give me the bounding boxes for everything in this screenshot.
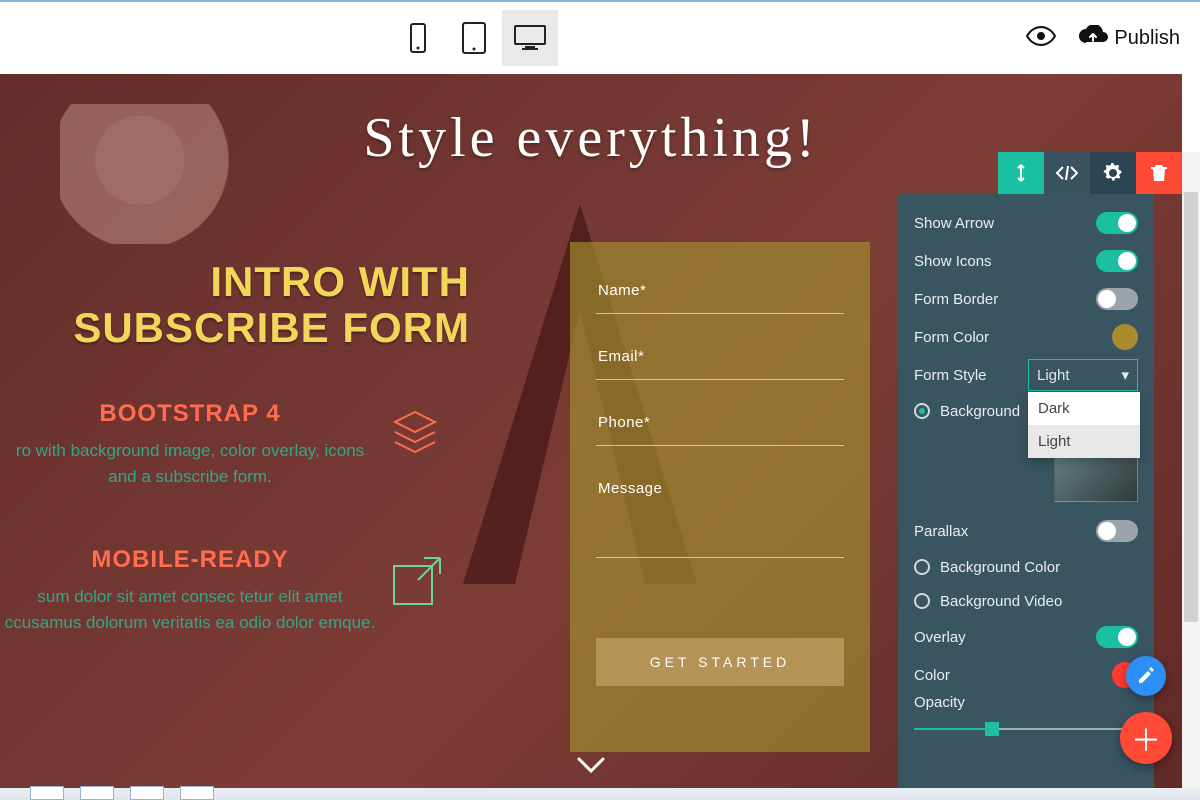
device-switcher	[390, 10, 558, 66]
radio-bg-color[interactable]	[914, 559, 930, 575]
move-tab[interactable]	[998, 152, 1044, 194]
row-show-icons: Show Icons	[914, 242, 1138, 280]
get-started-button[interactable]: GET STARTED	[596, 638, 844, 686]
toggle-show-icons[interactable]	[1096, 250, 1138, 272]
hero-title[interactable]: INTRO WITH SUBSCRIBE FORM	[0, 259, 470, 351]
radio-bg-image[interactable]	[914, 403, 930, 419]
select-form-style-value: Light	[1037, 367, 1070, 384]
label-form-style: Form Style	[914, 367, 1028, 384]
settings-tab[interactable]	[1090, 152, 1136, 194]
row-opacity: Opacity	[914, 694, 1138, 741]
vertical-scrollbar[interactable]	[1182, 152, 1200, 800]
label-bg-video: Background Video	[940, 593, 1062, 610]
toggle-parallax[interactable]	[1096, 520, 1138, 542]
label-parallax: Parallax	[914, 523, 1096, 540]
code-tab[interactable]	[1044, 152, 1090, 194]
name-field[interactable]: Name*	[596, 270, 844, 314]
swatch-form-color[interactable]	[1112, 324, 1138, 350]
hero-title-line1: INTRO WITH	[210, 258, 470, 305]
phone-field[interactable]: Phone*	[596, 402, 844, 446]
chevron-down-icon: ▾	[1121, 366, 1129, 384]
message-field[interactable]: Message	[596, 468, 844, 558]
label-show-arrow: Show Arrow	[914, 215, 1096, 232]
feature1-title: BOOTSTRAP 4	[0, 400, 380, 428]
hero-title-line2: SUBSCRIBE FORM	[73, 304, 470, 351]
scroll-down-icon[interactable]	[577, 757, 605, 780]
feature-bootstrap[interactable]: BOOTSTRAP 4 ro with background image, co…	[0, 400, 380, 489]
row-bg-color[interactable]: Background Color	[914, 550, 1138, 584]
row-form-color: Form Color	[914, 318, 1138, 356]
option-dark[interactable]: Dark	[1028, 392, 1140, 425]
layers-icon	[388, 406, 442, 465]
feature-mobile[interactable]: MOBILE-READY sum dolor sit amet consec t…	[0, 546, 380, 635]
label-form-color: Form Color	[914, 329, 1112, 346]
top-toolbar: Publish	[0, 0, 1200, 74]
toolbar-right: Publish	[1026, 25, 1200, 52]
publish-button[interactable]: Publish	[1078, 25, 1180, 52]
device-desktop-button[interactable]	[502, 10, 558, 66]
canvas: Style everything! INTRO WITH SUBSCRIBE F…	[0, 74, 1200, 800]
eye-icon	[1026, 26, 1056, 51]
label-opacity: Opacity	[914, 694, 1138, 711]
slider-knob[interactable]	[985, 722, 999, 736]
inspector-panel: Show Arrow Show Icons Form Border Form C…	[898, 194, 1154, 800]
device-mobile-button[interactable]	[390, 10, 446, 66]
expand-icon	[388, 550, 448, 615]
toggle-overlay[interactable]	[1096, 626, 1138, 648]
device-tablet-button[interactable]	[446, 10, 502, 66]
row-overlay: Overlay	[914, 618, 1138, 656]
toggle-form-border[interactable]	[1096, 288, 1138, 310]
feature2-text: sum dolor sit amet consec tetur elit ame…	[0, 584, 380, 635]
row-show-arrow: Show Arrow	[914, 204, 1138, 242]
feature1-text: ro with background image, color overlay,…	[0, 438, 380, 489]
label-overlay: Overlay	[914, 629, 1096, 646]
publish-label: Publish	[1114, 27, 1180, 50]
label-color: Color	[914, 667, 1112, 684]
label-bg-image: Background	[940, 403, 1020, 420]
form-style-dropdown: Dark Light	[1028, 392, 1140, 458]
add-fab[interactable]: ＋	[1120, 712, 1172, 764]
row-parallax: Parallax	[914, 512, 1138, 550]
feature2-title: MOBILE-READY	[0, 546, 380, 574]
radio-bg-video[interactable]	[914, 593, 930, 609]
toggle-show-arrow[interactable]	[1096, 212, 1138, 234]
option-light[interactable]: Light	[1028, 425, 1140, 458]
row-bg-video[interactable]: Background Video	[914, 584, 1138, 618]
email-field[interactable]: Email*	[596, 336, 844, 380]
annotation-headline: Style everything!	[363, 106, 818, 170]
subscribe-form[interactable]: Name* Email* Phone* Message GET STARTED	[570, 242, 870, 752]
delete-tab[interactable]	[1136, 152, 1182, 194]
row-form-border: Form Border	[914, 280, 1138, 318]
edit-fab[interactable]	[1126, 656, 1166, 696]
select-form-style[interactable]: Light ▾ Dark Light	[1028, 359, 1138, 391]
slider-opacity[interactable]	[914, 717, 1138, 741]
label-show-icons: Show Icons	[914, 253, 1096, 270]
inspector-tabs	[998, 152, 1182, 194]
scrollbar-thumb[interactable]	[1184, 192, 1198, 622]
preview-button[interactable]	[1026, 26, 1056, 51]
cloud-upload-icon	[1078, 25, 1108, 52]
row-color: Color	[914, 656, 1138, 694]
label-bg-color: Background Color	[940, 559, 1060, 576]
row-form-style: Form Style Light ▾ Dark Light	[914, 356, 1138, 394]
os-taskbar	[0, 788, 1200, 800]
label-form-border: Form Border	[914, 291, 1096, 308]
